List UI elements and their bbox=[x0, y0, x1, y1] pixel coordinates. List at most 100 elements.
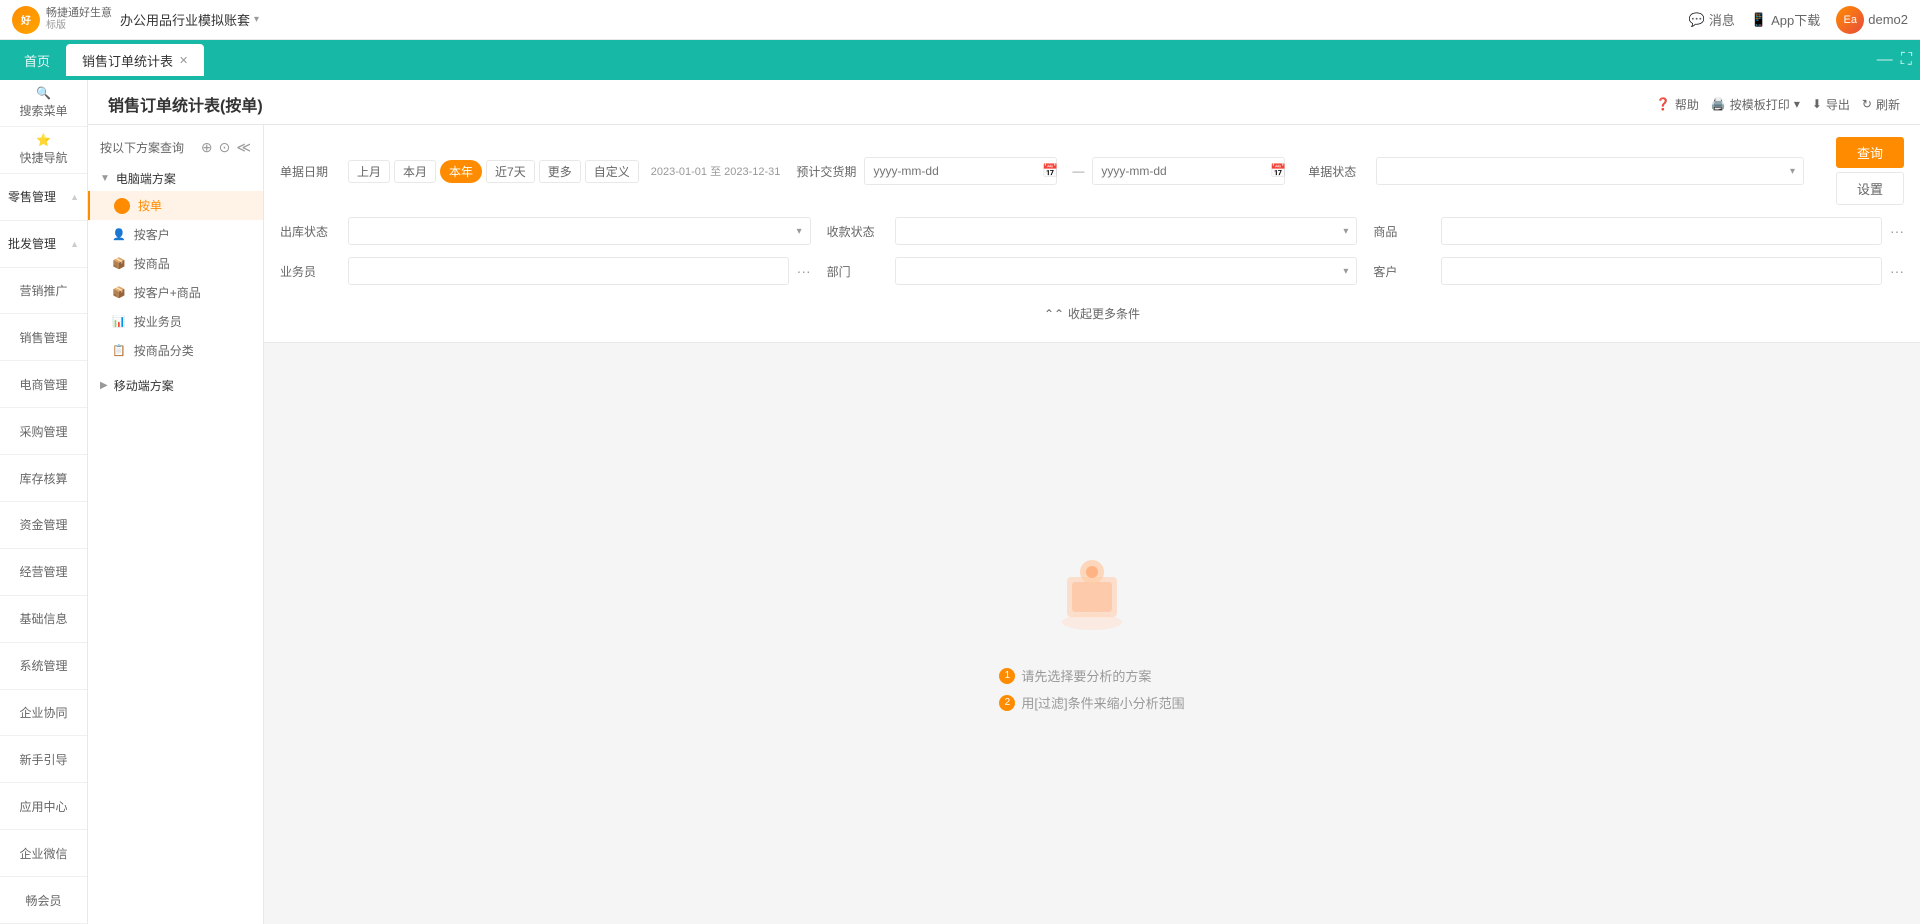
scheme-item-by-customer[interactable]: 👤 按客户 bbox=[88, 220, 263, 249]
left-panel-icons: ⊕ ⊙ ≪ bbox=[201, 139, 251, 156]
sidebar-item-ecommerce[interactable]: 电商管理 bbox=[0, 361, 87, 408]
retail-row: 零售管理 ▲ bbox=[0, 188, 87, 205]
table-icon: 📋 bbox=[112, 344, 126, 357]
collapse-up-icon: ⌃⌃ bbox=[1044, 307, 1064, 321]
refresh-icon: ↻ bbox=[1862, 97, 1872, 111]
sidebar-item-purchase[interactable]: 采购管理 bbox=[0, 408, 87, 455]
department-select[interactable]: ▾ bbox=[895, 257, 1358, 285]
customer-input[interactable] bbox=[1441, 257, 1882, 285]
page-actions: ❓ 帮助 🖨️ 按模板打印 ▾ ⬇ 导出 ↻ 刷新 bbox=[1656, 96, 1900, 113]
mobile-section-header[interactable]: ▶ 移动端方案 bbox=[88, 373, 263, 398]
help-btn[interactable]: ❓ 帮助 bbox=[1656, 96, 1699, 113]
sidebar-item-system[interactable]: 系统管理 bbox=[0, 643, 87, 690]
chevron-up-icon: ▲ bbox=[70, 192, 79, 202]
date-btn-custom[interactable]: 自定义 bbox=[585, 160, 639, 183]
order-status-select[interactable]: ▾ bbox=[1376, 157, 1804, 185]
product-more-icon[interactable]: ··· bbox=[1890, 223, 1904, 239]
calendar-start-icon[interactable]: 📅 bbox=[1042, 163, 1058, 179]
sidebar-item-enterprise[interactable]: 企业协同 bbox=[0, 690, 87, 737]
sidebar-item-member[interactable]: 畅会员 bbox=[0, 877, 87, 924]
scheme-item-by-category[interactable]: 📋 按商品分类 bbox=[88, 336, 263, 365]
star-icon: ⭐ bbox=[36, 133, 51, 147]
sidebar-item-wechat[interactable]: 企业微信 bbox=[0, 830, 87, 877]
pay-status-label: 收款状态 bbox=[827, 223, 887, 240]
top-bar-right: 💬 消息 📱 App下载 Ea demo2 bbox=[1689, 6, 1908, 34]
date-buttons: 上月 本月 本年 近7天 更多 自定义 bbox=[348, 160, 639, 183]
person-icon: 👤 bbox=[112, 228, 126, 241]
scheme-item-by-order[interactable]: 按单 bbox=[88, 191, 263, 220]
collapse-panel-icon[interactable]: ≪ bbox=[236, 139, 251, 156]
add-scheme-icon[interactable]: ⊕ bbox=[201, 139, 213, 156]
scheme-item-by-product[interactable]: 📦 按商品 bbox=[88, 249, 263, 278]
sidebar-item-newcomer[interactable]: 新手引导 bbox=[0, 736, 87, 783]
salesperson-more-icon[interactable]: ··· bbox=[797, 263, 811, 279]
right-panel: 单据日期 上月 本月 本年 近7天 更多 自定义 2023-01-01 至 20… bbox=[264, 125, 1920, 924]
wholesale-row: 批发管理 ▲ bbox=[0, 235, 87, 252]
chevron-down-icon: ▾ bbox=[254, 14, 259, 25]
pc-section-header[interactable]: ▼ 电脑端方案 bbox=[88, 166, 263, 191]
refresh-btn[interactable]: ↻ 刷新 bbox=[1862, 96, 1900, 113]
date-btn-7days[interactable]: 近7天 bbox=[486, 160, 535, 183]
mobile-section: ▶ 移动端方案 bbox=[88, 369, 263, 402]
expected-date-end-input[interactable] bbox=[1092, 157, 1285, 185]
company-selector[interactable]: 办公用品行业模拟账套 ▾ bbox=[120, 10, 259, 29]
out-status-select[interactable]: ▾ bbox=[348, 217, 811, 245]
sidebar-item-marketing[interactable]: 营销推广 bbox=[0, 268, 87, 315]
tab-maximize-icon[interactable]: ⛶ bbox=[1901, 51, 1912, 69]
tab-home[interactable]: 首页 bbox=[8, 44, 66, 76]
sidebar-item-app-center[interactable]: 应用中心 bbox=[0, 783, 87, 830]
user-area[interactable]: Ea demo2 bbox=[1836, 6, 1908, 34]
scheme-item-by-salesperson[interactable]: 📊 按业务员 bbox=[88, 307, 263, 336]
message-btn[interactable]: 💬 消息 bbox=[1689, 10, 1735, 29]
sidebar-item-inventory[interactable]: 库存核算 bbox=[0, 455, 87, 502]
export-btn[interactable]: ⬇ 导出 bbox=[1812, 96, 1850, 113]
date-btn-this-year[interactable]: 本年 bbox=[440, 160, 482, 183]
app-download-btn[interactable]: 📱 App下载 bbox=[1751, 10, 1820, 29]
tab-close-icon[interactable]: ✕ bbox=[179, 54, 188, 67]
settings-button[interactable]: 设置 bbox=[1836, 172, 1904, 205]
salesperson-group: 业务员 ··· bbox=[280, 257, 811, 285]
tab-bar-actions: — ⛶ bbox=[1877, 51, 1912, 69]
date-btn-this-month[interactable]: 本月 bbox=[394, 160, 436, 183]
department-label: 部门 bbox=[827, 263, 887, 280]
query-button[interactable]: 查询 bbox=[1836, 137, 1904, 168]
pay-status-arrow-icon: ▾ bbox=[1343, 226, 1348, 237]
sidebar-item-finance[interactable]: 资金管理 bbox=[0, 502, 87, 549]
sidebar-item-quick-nav[interactable]: ⭐ 快捷导航 bbox=[0, 127, 87, 174]
tip-num-2: 2 bbox=[999, 695, 1015, 711]
page-header: 销售订单统计表(按单) ❓ 帮助 🖨️ 按模板打印 ▾ ⬇ 导出 ↻ 刷新 bbox=[88, 80, 1920, 125]
sidebar-item-wholesale[interactable]: 批发管理 ▲ bbox=[0, 221, 87, 268]
product-icon: 📦 bbox=[112, 257, 126, 270]
sidebar-item-search[interactable]: 🔍 搜索菜单 bbox=[0, 80, 87, 127]
left-panel: 按以下方案查询 ⊕ ⊙ ≪ ▼ 电脑端方案 按单 bbox=[88, 125, 264, 924]
date-btn-last-month[interactable]: 上月 bbox=[348, 160, 390, 183]
avatar: Ea bbox=[1836, 6, 1864, 34]
date-btn-more[interactable]: 更多 bbox=[539, 160, 581, 183]
search-icon: 🔍 bbox=[36, 86, 51, 100]
sidebar-item-sales[interactable]: 销售管理 bbox=[0, 314, 87, 361]
tab-bar: 首页 销售订单统计表 ✕ — ⛶ bbox=[0, 40, 1920, 80]
tab-sales-order-stats[interactable]: 销售订单统计表 ✕ bbox=[66, 44, 204, 76]
collapse-btn[interactable]: ⌃⌃ 收起更多条件 bbox=[280, 297, 1904, 330]
product-input[interactable] bbox=[1441, 217, 1882, 245]
retail-label: 零售管理 bbox=[8, 188, 56, 205]
sidebar-item-retail[interactable]: 零售管理 ▲ bbox=[0, 174, 87, 221]
export-icon: ⬇ bbox=[1812, 97, 1822, 111]
mobile-section-expand-icon: ▶ bbox=[100, 380, 108, 391]
customer-group: 客户 ··· bbox=[1373, 257, 1904, 285]
pay-status-select[interactable]: ▾ bbox=[895, 217, 1358, 245]
calendar-end-icon[interactable]: 📅 bbox=[1270, 163, 1286, 179]
sidebar-item-operations[interactable]: 经营管理 bbox=[0, 549, 87, 596]
expected-date-end-wrapper: 📅 bbox=[1092, 157, 1292, 185]
page-title: 销售订单统计表(按单) bbox=[108, 92, 263, 116]
department-group: 部门 ▾ bbox=[827, 257, 1358, 285]
tab-minimize-icon[interactable]: — bbox=[1877, 51, 1893, 69]
settings-scheme-icon[interactable]: ⊙ bbox=[219, 139, 231, 156]
customer-more-icon[interactable]: ··· bbox=[1890, 263, 1904, 279]
sidebar-item-base-info[interactable]: 基础信息 bbox=[0, 596, 87, 643]
expected-date-start-input[interactable] bbox=[864, 157, 1057, 185]
scheme-item-by-customer-product[interactable]: 📦 按客户+商品 bbox=[88, 278, 263, 307]
salesperson-input[interactable] bbox=[348, 257, 789, 285]
print-btn[interactable]: 🖨️ 按模板打印 ▾ bbox=[1711, 96, 1800, 113]
order-status-label: 单据状态 bbox=[1308, 163, 1368, 180]
